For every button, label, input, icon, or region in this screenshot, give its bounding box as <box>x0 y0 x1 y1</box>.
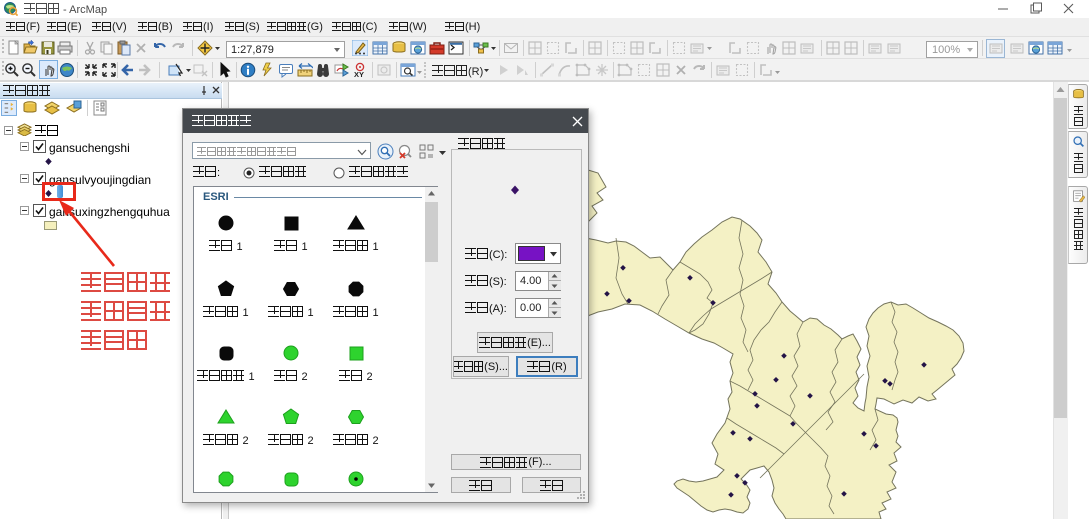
svg-text:XY: XY <box>354 70 364 78</box>
